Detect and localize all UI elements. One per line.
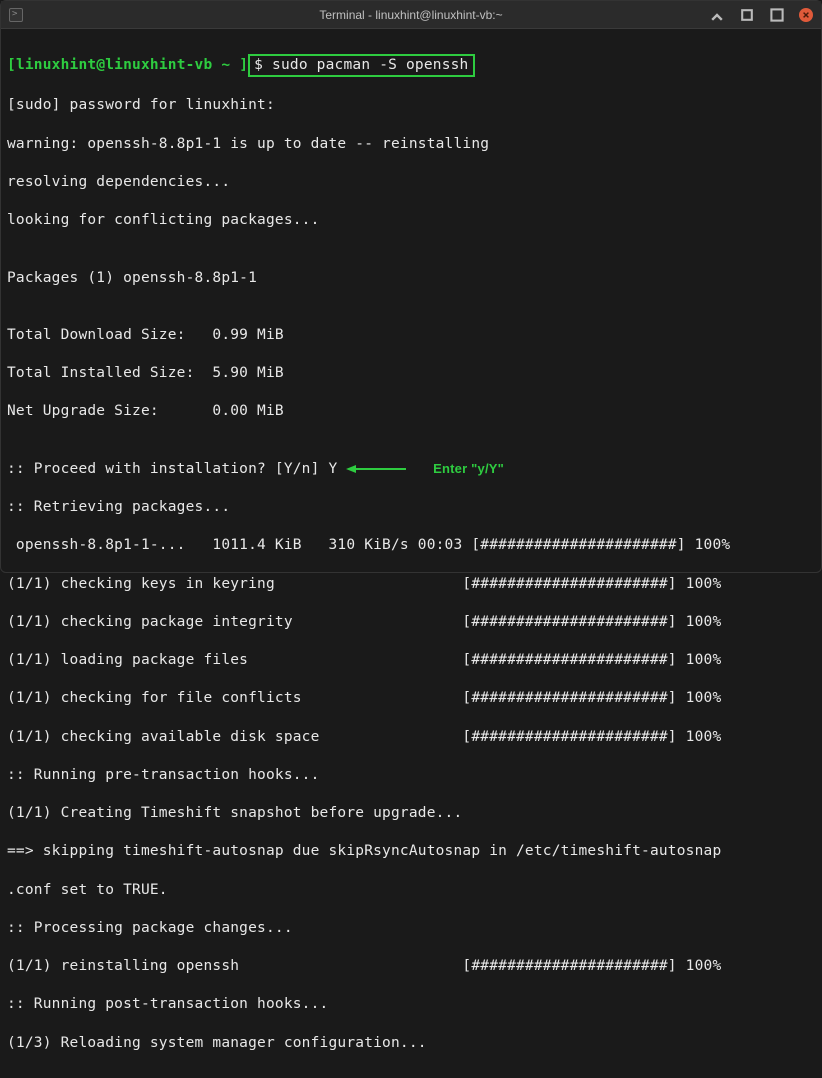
output-line: :: Running pre-transaction hooks... (7, 766, 815, 785)
output-line: Packages (1) openssh-8.8p1-1 (7, 269, 815, 288)
terminal-body[interactable]: [linuxhint@linuxhint-vb ~ ]$ sudo pacman… (1, 29, 821, 1078)
output-line: (1/3) Reloading system manager configura… (7, 1034, 815, 1053)
output-line: Total Download Size: 0.99 MiB (7, 326, 815, 345)
prompt-user: linuxhint (16, 57, 96, 73)
output-line: ==> skipping timeshift-autosnap due skip… (7, 842, 815, 861)
prompt-close-bracket: ] (239, 57, 248, 73)
restore-button[interactable] (739, 7, 755, 23)
output-line: (1/1) loading package files [###########… (7, 651, 815, 670)
output-line: resolving dependencies... (7, 173, 815, 192)
prompt-at: @ (96, 57, 105, 73)
prompt-dollar: $ (254, 57, 272, 73)
titlebar-left (9, 8, 129, 22)
command-text: sudo pacman -S openssh (272, 57, 468, 73)
output-line: (1/1) checking package integrity [######… (7, 613, 815, 632)
prompt-tilde: ~ (212, 57, 239, 73)
window-title: Terminal - linuxhint@linuxhint-vb:~ (319, 8, 502, 22)
annotation-text: Enter "y/Y" (433, 461, 504, 476)
prompt-line: [linuxhint@linuxhint-vb ~ ]$ sudo pacman… (7, 54, 815, 77)
terminal-icon (9, 8, 23, 22)
prompt-host: linuxhint-vb (105, 57, 212, 73)
output-line: Total Installed Size: 5.90 MiB (7, 364, 815, 383)
output-line: warning: openssh-8.8p1-1 is up to date -… (7, 135, 815, 154)
window-titlebar: Terminal - linuxhint@linuxhint-vb:~ (1, 1, 821, 29)
output-line: Net Upgrade Size: 0.00 MiB (7, 402, 815, 421)
close-button[interactable] (799, 8, 813, 22)
output-line: openssh-8.8p1-1-... 1011.4 KiB 310 KiB/s… (7, 536, 815, 555)
output-line: :: Retrieving packages... (7, 498, 815, 517)
arrow-icon (346, 460, 406, 479)
output-line: .conf set to TRUE. (7, 881, 815, 900)
output-line: (1/1) checking keys in keyring [########… (7, 575, 815, 594)
output-line: (1/1) Creating Timeshift snapshot before… (7, 804, 815, 823)
command-highlight-box: $ sudo pacman -S openssh (248, 54, 474, 77)
prompt-open-bracket: [ (7, 57, 16, 73)
output-line: looking for conflicting packages... (7, 211, 815, 230)
output-line: [sudo] password for linuxhint: (7, 96, 815, 115)
proceed-line: :: Proceed with installation? [Y/n] Y En… (7, 460, 815, 479)
minimize-button[interactable] (709, 7, 725, 23)
output-line: :: Running post-transaction hooks... (7, 995, 815, 1014)
output-line: (1/1) checking for file conflicts [#####… (7, 689, 815, 708)
output-line: :: Processing package changes... (7, 919, 815, 938)
maximize-button[interactable] (769, 7, 785, 23)
output-line: (1/1) reinstalling openssh [############… (7, 957, 815, 976)
output-line: (1/1) checking available disk space [###… (7, 728, 815, 747)
window-controls (693, 7, 813, 23)
proceed-text: :: Proceed with installation? [Y/n] Y (7, 461, 346, 477)
